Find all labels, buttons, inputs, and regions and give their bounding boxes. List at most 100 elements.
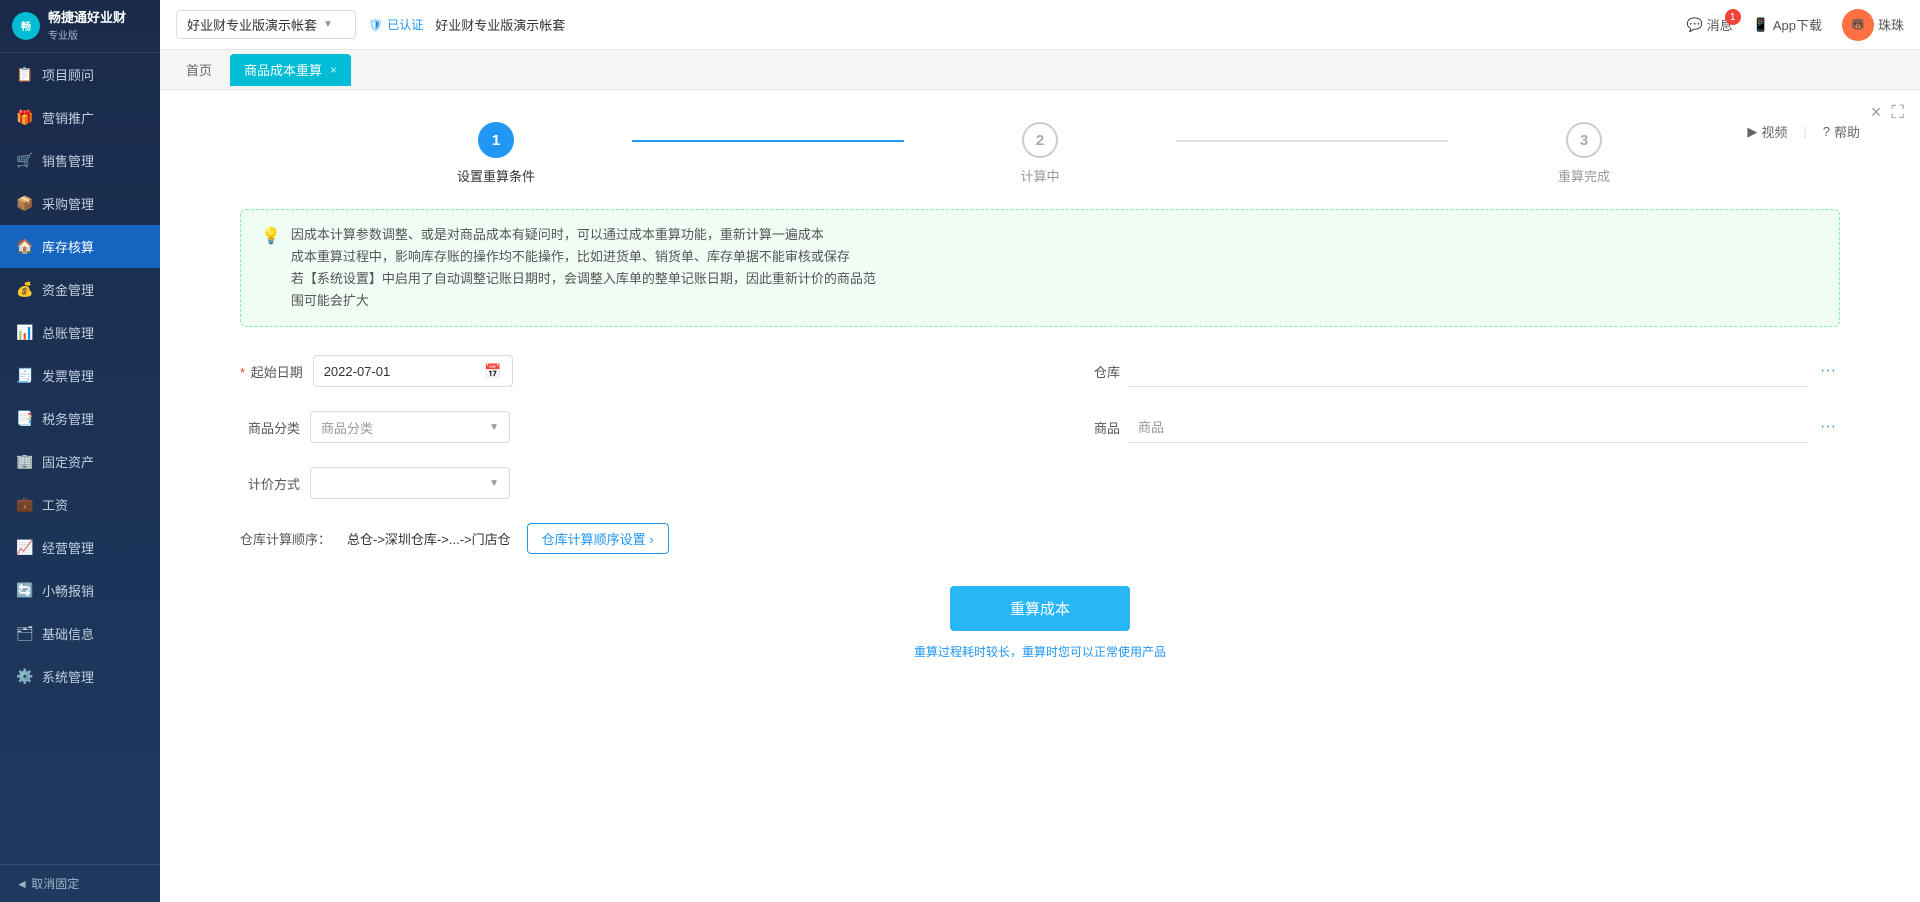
app-subtitle: 专业版 [48,27,126,42]
video-label: 视频 [1761,122,1787,141]
system-icon: ⚙️ [16,667,34,685]
info-line-2: 成本重算过程中，影响库存账的操作均不能操作，比如进货单、销货单、库存单据不能审核… [291,246,876,268]
tab-close-icon[interactable]: × [330,63,337,77]
sidebar-item-label: 工资 [42,495,68,514]
calc-order-settings-button[interactable]: 仓库计算顺序设置 › [527,523,669,554]
message-icon: 💬 [1686,17,1702,33]
sidebar-item-invoice[interactable]: 🧾 发票管理 [0,354,160,397]
content-actions: × ⛶ [1871,102,1904,123]
accounting-icon: 📊 [16,323,34,341]
warning-icon: 💡 [261,226,281,312]
warehouse-field: 仓库 ··· [1060,355,1840,387]
sidebar-item-marketing[interactable]: 🎁 营销推广 [0,96,160,139]
account-selector-text: 好业财专业版演示帐套 [187,15,317,34]
sidebar-item-label: 营销推广 [42,108,94,127]
goods-field: 商品 商品 ··· [1060,411,1840,443]
sidebar-item-salary[interactable]: 💼 工资 [0,483,160,526]
help-divider: | [1803,124,1806,139]
warehouse-dots-button[interactable]: ··· [1816,362,1840,380]
start-date-input[interactable]: 2022-07-01 📅 [313,355,513,387]
unpin-label: ◄ 取消固定 [16,875,79,892]
sidebar-item-label: 采购管理 [42,194,94,213]
help-button[interactable]: ? 帮助 [1823,122,1860,141]
sidebar-item-label: 小畅报销 [42,581,94,600]
required-star: * [240,365,245,380]
step-1-circle: 1 [478,122,514,158]
sidebar-unpin-button[interactable]: ◄ 取消固定 [0,864,160,902]
calc-order-value: 总仓->深圳仓库->...->门店仓 [347,529,511,548]
tab-home[interactable]: 首页 [172,54,226,86]
help-label: 帮助 [1834,122,1860,141]
sidebar-item-finance[interactable]: 💰 资金管理 [0,268,160,311]
close-panel-button[interactable]: × [1871,102,1882,123]
basic-icon: 🗂 [16,624,34,642]
account-selector[interactable]: 好业财专业版演示帐套 ▼ [176,10,356,39]
expense-icon: 🔄 [16,581,34,599]
category-select[interactable]: 商品分类 ▼ [310,411,510,443]
marketing-icon: 🎁 [16,108,34,126]
sidebar-item-expense[interactable]: 🔄 小畅报销 [0,569,160,612]
app-download-button[interactable]: 📱 App下载 [1753,15,1822,34]
sidebar-item-accounting[interactable]: 📊 总账管理 [0,311,160,354]
tab-recalc[interactable]: 商品成本重算 × [230,54,351,86]
account-dropdown-arrow: ▼ [323,19,333,30]
app-download-label: App下载 [1773,15,1822,34]
sidebar-item-tax[interactable]: 📑 税务管理 [0,397,160,440]
sidebar-item-sales[interactable]: 🛒 销售管理 [0,139,160,182]
sidebar-item-assets[interactable]: 🏢 固定资产 [0,440,160,483]
topbar-right: 💬 消息 1 📱 App下载 🐻 珠珠 [1686,9,1904,41]
avatar-emoji: 🐻 [1851,18,1865,31]
app-title: 畅捷通好业财 [48,10,126,27]
sidebar-item-basic[interactable]: 🗂 基础信息 [0,612,160,655]
expand-panel-button[interactable]: ⛶ [1891,102,1904,123]
tax-icon: 📑 [16,409,34,427]
play-icon: ▶ [1747,124,1757,140]
message-button[interactable]: 💬 消息 1 [1686,15,1732,34]
sidebar-nav: 📋 项目顾问 🎁 营销推广 🛒 销售管理 📦 采购管理 🏠 库存核算 💰 资金管… [0,53,160,864]
info-line-4: 围可能会扩大 [291,290,876,312]
category-placeholder: 商品分类 [321,418,481,437]
sidebar-item-label: 发票管理 [42,366,94,385]
content-area: × ⛶ ▶ 视频 | ? 帮助 1 设置重算条件 [160,90,1920,902]
project-icon: 📋 [16,65,34,83]
help-area: ▶ 视频 | ? 帮助 [1747,122,1860,141]
step-2: 2 计算中 [904,122,1176,185]
sidebar-item-label: 销售管理 [42,151,94,170]
form-row-1: * 起始日期 2022-07-01 📅 仓库 ··· [240,355,1840,387]
category-field: 商品分类 商品分类 ▼ [240,411,1020,443]
sidebar-item-system[interactable]: ⚙️ 系统管理 [0,655,160,698]
step-connector-2 [1176,140,1448,142]
steps-container: 1 设置重算条件 2 计算中 3 重算完成 [160,90,1920,209]
goods-input[interactable]: 商品 [1128,411,1808,443]
sidebar-header: 畅 畅捷通好业财 专业版 [0,0,160,53]
user-menu-button[interactable]: 🐻 珠珠 [1842,9,1904,41]
finance-icon: 💰 [16,280,34,298]
verified-badge: 🛡 已认证 [368,16,423,33]
calc-order-btn-label: 仓库计算顺序设置 › [542,529,654,548]
sidebar: 畅 畅捷通好业财 专业版 📋 项目顾问 🎁 营销推广 🛒 销售管理 📦 采购管理… [0,0,160,902]
sidebar-item-inventory[interactable]: 🏠 库存核算 [0,225,160,268]
sidebar-item-label: 税务管理 [42,409,94,428]
pricing-select[interactable]: ▼ [310,467,510,499]
start-date-field: * 起始日期 2022-07-01 📅 [240,355,1020,387]
phone-icon: 📱 [1753,17,1769,33]
warehouse-input[interactable] [1128,355,1808,387]
message-badge: 1 [1725,9,1741,25]
operations-icon: 📈 [16,538,34,556]
sidebar-item-label: 系统管理 [42,667,94,686]
sidebar-item-label: 项目顾问 [42,65,94,84]
sidebar-item-label: 经营管理 [42,538,94,557]
info-line-1: 因成本计算参数调整、或是对商品成本有疑问时，可以通过成本重算功能，重新计算一遍成… [291,224,876,246]
inventory-icon: 🏠 [16,237,34,255]
sidebar-item-label: 总账管理 [42,323,94,342]
sidebar-item-project[interactable]: 📋 项目顾问 [0,53,160,96]
salary-icon: 💼 [16,495,34,513]
step-3-num: 3 [1580,132,1588,149]
video-help-button[interactable]: ▶ 视频 [1747,122,1787,141]
recalc-button[interactable]: 重算成本 [950,586,1130,631]
sidebar-item-operations[interactable]: 📈 经营管理 [0,526,160,569]
goods-dots-button[interactable]: ··· [1816,418,1840,436]
info-line-3: 若【系统设置】中启用了自动调整记账日期时，会调整入库单的整单记账日期，因此重新计… [291,268,876,290]
tabbar: 首页 商品成本重算 × [160,50,1920,90]
sidebar-item-purchase[interactable]: 📦 采购管理 [0,182,160,225]
